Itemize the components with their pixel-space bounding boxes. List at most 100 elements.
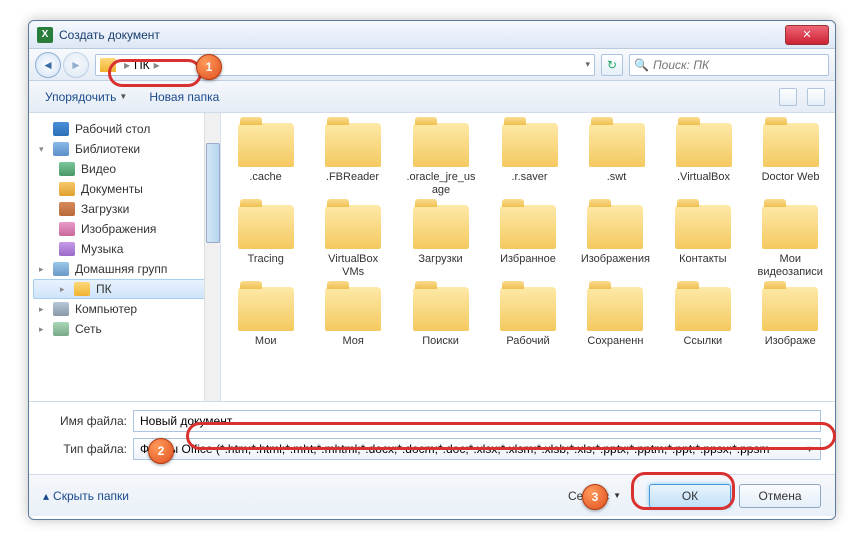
mus-icon — [59, 242, 75, 256]
filename-label: Имя файла: — [43, 414, 133, 428]
file-item[interactable]: Избранное — [493, 205, 562, 279]
toolbar: Упорядочить▼ Новая папка — [29, 81, 835, 113]
comp-icon — [53, 302, 69, 316]
refresh-button[interactable]: ↻ — [601, 54, 623, 76]
lib-icon — [53, 142, 69, 156]
folder-icon — [762, 205, 818, 249]
sidebar-item-dl[interactable]: Загрузки — [29, 199, 220, 219]
folder-icon — [589, 123, 645, 167]
filename-input[interactable] — [133, 410, 821, 432]
folder-icon — [762, 287, 818, 331]
folder-icon — [100, 58, 116, 72]
desktop-icon — [53, 122, 69, 136]
file-item[interactable]: Поиски — [406, 287, 475, 348]
sidebar-item-comp[interactable]: ▸Компьютер — [29, 299, 220, 319]
folder-icon — [675, 287, 731, 331]
folder-icon — [238, 287, 294, 331]
form-area: Имя файла: Тип файла: Файлы Office (*.ht… — [29, 401, 835, 474]
back-button[interactable]: ◄ — [35, 52, 61, 78]
titlebar: X Создать документ ✕ — [29, 21, 835, 49]
scroll-thumb[interactable] — [206, 143, 220, 243]
sidebar-item-pc[interactable]: ▸ПК — [33, 279, 216, 299]
cancel-button[interactable]: Отмена — [739, 484, 821, 508]
filetype-label: Тип файла: — [43, 442, 133, 456]
sidebar-item-vid[interactable]: Видео — [29, 159, 220, 179]
view-button[interactable] — [779, 88, 797, 106]
folder-icon — [413, 287, 469, 331]
file-pane[interactable]: .cache .FBReader .oracle_jre_usage .r.saver… — [221, 113, 835, 401]
filetype-select[interactable]: Файлы Office (*.htm;*.html;*.mht;*.mhtml… — [133, 438, 821, 460]
sidebar-item-net[interactable]: ▸Сеть — [29, 319, 220, 339]
search-input[interactable] — [653, 58, 824, 72]
badge-2: 2 — [148, 438, 174, 464]
folder-icon — [413, 123, 469, 167]
address-segment[interactable]: ПК — [134, 58, 150, 72]
sidebar-item-desktop[interactable]: Рабочий стол — [29, 119, 220, 139]
folder-icon — [238, 123, 294, 167]
search-icon: 🔍 — [634, 58, 649, 72]
sidebar-item-hg[interactable]: ▸Домашняя групп — [29, 259, 220, 279]
address-dropdown-icon[interactable]: ▾ — [585, 59, 590, 70]
sidebar-item-img[interactable]: Изображения — [29, 219, 220, 239]
file-item[interactable]: Изображе — [756, 287, 825, 348]
file-item[interactable]: .r.saver — [495, 123, 564, 197]
file-item[interactable]: Рабочий — [493, 287, 562, 348]
sidebar-item-lib[interactable]: ▾Библиотеки — [29, 139, 220, 159]
sidebar-scrollbar[interactable] — [204, 113, 220, 401]
folder-icon — [676, 123, 732, 167]
file-item[interactable]: Контакты — [668, 205, 737, 279]
folder-icon — [413, 205, 469, 249]
search-box[interactable]: 🔍 — [629, 54, 829, 76]
file-item[interactable]: .VirtualBox — [669, 123, 738, 197]
ok-button[interactable]: ОК — [649, 484, 731, 508]
file-item[interactable]: Tracing — [231, 205, 300, 279]
file-item[interactable]: Изображения — [581, 205, 650, 279]
file-item[interactable]: .cache — [231, 123, 300, 197]
chevron-down-icon: ▼ — [805, 444, 814, 454]
file-item[interactable]: Ссылки — [668, 287, 737, 348]
folder-icon — [587, 287, 643, 331]
hide-folders-link[interactable]: ▴Скрыть папки — [43, 489, 129, 503]
folder-icon — [325, 287, 381, 331]
folder-icon — [763, 123, 819, 167]
badge-1: 1 — [196, 54, 222, 80]
new-folder-button[interactable]: Новая папка — [143, 86, 225, 108]
sidebar-item-doc[interactable]: Документы — [29, 179, 220, 199]
address-bar[interactable]: ▸ ПК ▸ ▾ — [95, 54, 595, 76]
file-item[interactable]: VirtualBox VMs — [318, 205, 387, 279]
forward-button[interactable]: ► — [63, 52, 89, 78]
window-title: Создать документ — [59, 28, 160, 42]
folder-icon — [238, 205, 294, 249]
organize-button[interactable]: Упорядочить▼ — [39, 86, 133, 108]
dl-icon — [59, 202, 75, 216]
folder-icon — [325, 123, 381, 167]
file-item[interactable]: Мои видеозаписи — [756, 205, 825, 279]
footer: ▴Скрыть папки Сервис▼ ОК Отмена — [29, 474, 835, 516]
file-item[interactable]: Загрузки — [406, 205, 475, 279]
folder-icon — [675, 205, 731, 249]
help-button[interactable] — [807, 88, 825, 106]
file-item[interactable]: .FBReader — [318, 123, 387, 197]
net-icon — [53, 322, 69, 336]
pc-icon — [74, 282, 90, 296]
file-item[interactable]: Doctor Web — [756, 123, 825, 197]
close-button[interactable]: ✕ — [785, 25, 829, 45]
file-item[interactable]: Сохраненн — [581, 287, 650, 348]
nav-bar: ◄ ► ▸ ПК ▸ ▾ ↻ 🔍 — [29, 49, 835, 81]
file-item[interactable]: Моя — [318, 287, 387, 348]
badge-3: 3 — [582, 484, 608, 510]
folder-icon — [500, 287, 556, 331]
sidebar-item-mus[interactable]: Музыка — [29, 239, 220, 259]
file-item[interactable]: .oracle_jre_usage — [405, 123, 477, 197]
folder-icon — [500, 205, 556, 249]
doc-icon — [59, 182, 75, 196]
img-icon — [59, 222, 75, 236]
file-item[interactable]: .swt — [582, 123, 651, 197]
app-icon: X — [37, 27, 53, 43]
vid-icon — [59, 162, 75, 176]
folder-icon — [325, 205, 381, 249]
file-item[interactable]: Мои — [231, 287, 300, 348]
sidebar: Рабочий стол▾БиблиотекиВидеоДокументыЗаг… — [29, 113, 221, 401]
hg-icon — [53, 262, 69, 276]
folder-icon — [502, 123, 558, 167]
